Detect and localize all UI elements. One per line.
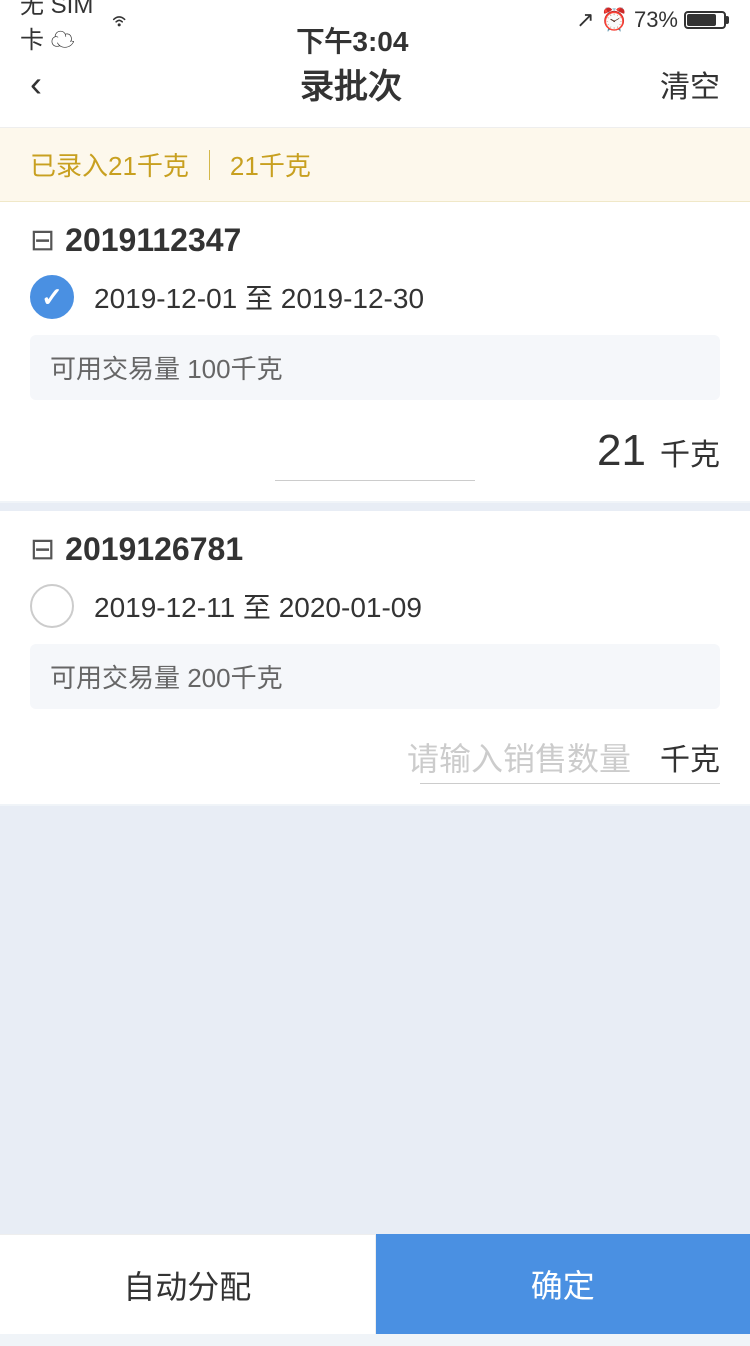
batch-2-unit: 千克 [660, 735, 720, 779]
batch-1-row: 2019-12-01 至 2019-12-30 [30, 275, 720, 319]
alarm-icon: ⏰ [601, 7, 628, 33]
info-divider [209, 150, 210, 180]
batch-card-2: ⊟ 2019126781 2019-12-11 至 2020-01-09 可用交… [0, 511, 750, 804]
status-bar: 无 SIM 卡 ☁ 下午3:04 ↗ ⏰ 73% [0, 0, 750, 40]
bottom-bar: 自动分配 确定 [0, 1234, 750, 1334]
battery-label: 73% [634, 7, 678, 33]
batch-1-id: 2019112347 [65, 222, 241, 259]
batch-1-icon: ⊟ [30, 223, 55, 258]
status-right: ↗ ⏰ 73% [576, 7, 730, 33]
batch-1-amount: 21 [597, 426, 646, 476]
recorded-amount: 已录入21千克 [30, 146, 189, 183]
batch-1-divider [275, 480, 475, 481]
batch-2-quantity-input[interactable] [346, 741, 646, 778]
page-title: 录批次 [300, 59, 402, 108]
sim-label: 无 SIM 卡 ☁ [20, 0, 102, 55]
batch-1-header: ⊟ 2019112347 [30, 222, 720, 259]
empty-area [0, 806, 750, 1246]
batch-2-input-row: 千克 [30, 725, 720, 783]
status-left: 无 SIM 卡 ☁ [20, 0, 129, 55]
batch-1-available: 可用交易量 100千克 [30, 335, 720, 400]
batch-2-available: 可用交易量 200千克 [30, 644, 720, 709]
batch-1-date: 2019-12-01 至 2019-12-30 [94, 277, 424, 317]
total-amount: 21千克 [230, 146, 311, 183]
status-time: 下午3:04 [296, 20, 408, 60]
batch-2-date: 2019-12-11 至 2020-01-09 [94, 586, 422, 626]
info-banner: 已录入21千克 21千克 [0, 128, 750, 202]
batch-2-divider [420, 783, 720, 784]
confirm-button[interactable]: 确定 [376, 1234, 750, 1334]
batch-card-1: ⊟ 2019112347 2019-12-01 至 2019-12-30 可用交… [0, 202, 750, 501]
batch-2-icon: ⊟ [30, 532, 55, 567]
section-separator [0, 503, 750, 511]
clear-button[interactable]: 清空 [660, 62, 720, 106]
back-button[interactable]: ‹ [30, 63, 42, 105]
batch-2-header: ⊟ 2019126781 [30, 531, 720, 568]
batch-2-id: 2019126781 [65, 531, 243, 568]
batch-2-row: 2019-12-11 至 2020-01-09 [30, 584, 720, 628]
location-icon: ↗ [576, 7, 594, 33]
batch-1-amount-row: 21 千克 [30, 416, 720, 480]
batch-2-radio[interactable] [30, 584, 74, 628]
batch-1-unit: 千克 [660, 430, 720, 474]
batch-1-radio[interactable] [30, 275, 74, 319]
battery-icon [684, 9, 730, 31]
wifi-icon [110, 9, 128, 31]
content-area: ⊟ 2019112347 2019-12-01 至 2019-12-30 可用交… [0, 202, 750, 1346]
auto-distribute-button[interactable]: 自动分配 [0, 1234, 376, 1334]
